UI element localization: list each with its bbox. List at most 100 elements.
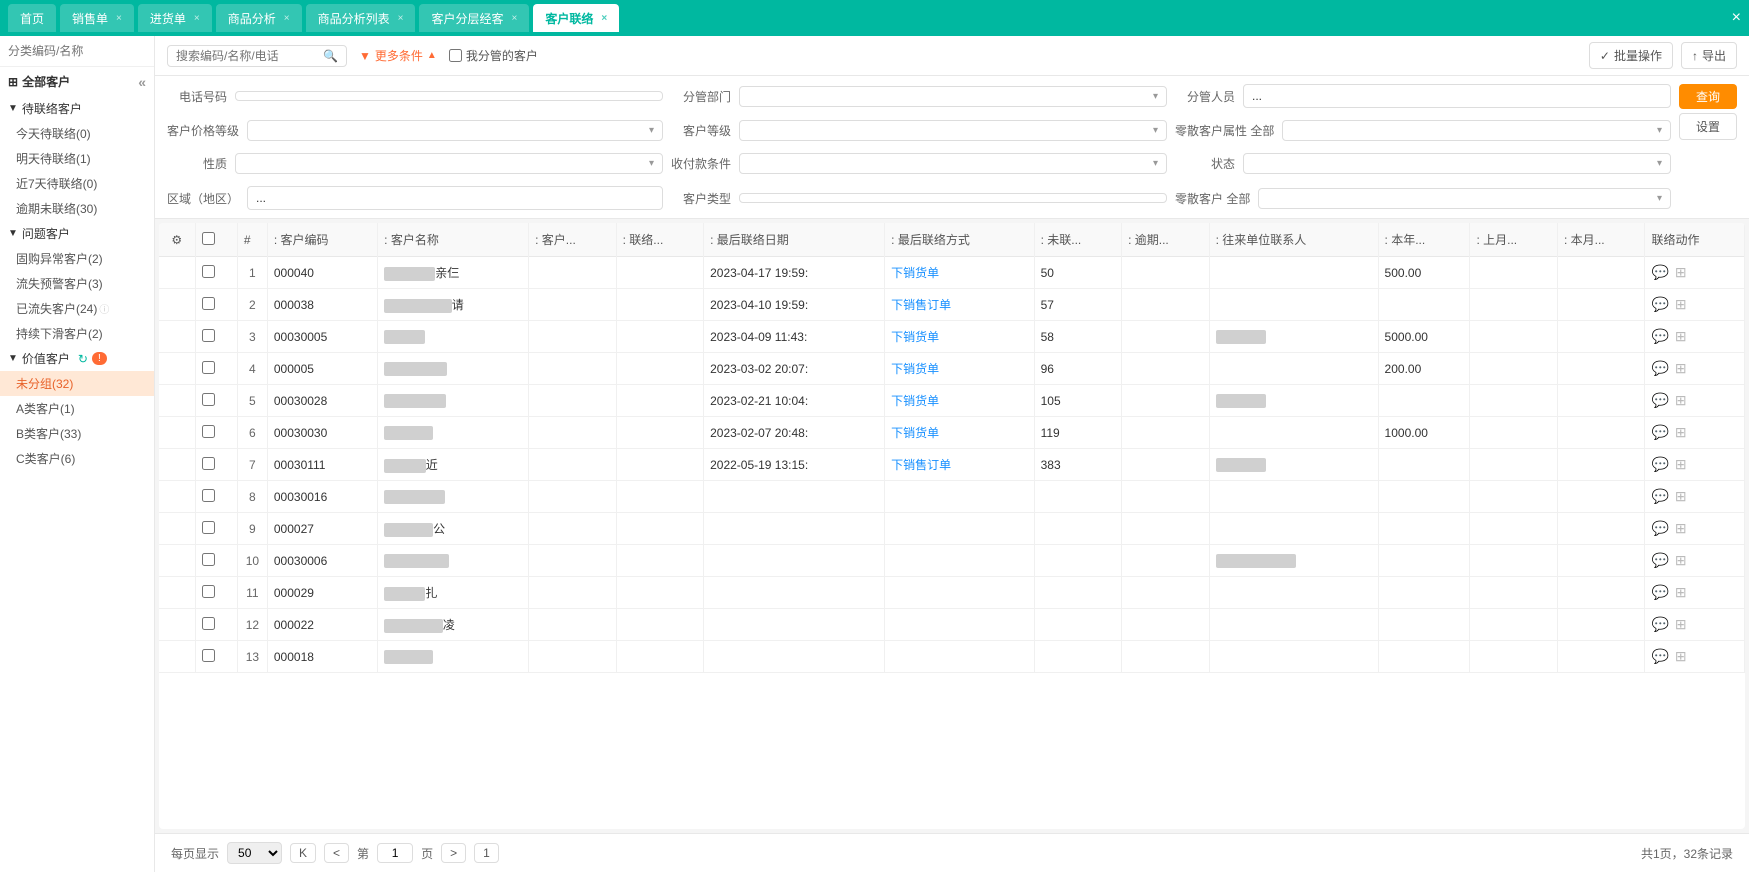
contact-method-link[interactable]: 下销货单 — [891, 362, 939, 376]
sidebar-search-input[interactable] — [8, 44, 155, 58]
chat-icon[interactable]: 💬 — [1651, 520, 1668, 537]
table-col-this-month[interactable]: : 本月... — [1557, 223, 1644, 257]
payment-select[interactable]: ▾ — [739, 153, 1167, 174]
table-col-overdue[interactable]: : 逾期... — [1122, 223, 1209, 257]
table-select-all-header[interactable] — [195, 223, 237, 257]
my-customers-checkbox[interactable]: 我分管的客户 — [449, 47, 538, 64]
row-checkbox[interactable] — [202, 265, 215, 278]
last-page-button[interactable]: 1 — [474, 843, 499, 863]
chat-icon[interactable]: 💬 — [1651, 392, 1668, 409]
tab-customer-segment[interactable]: 客户分层经客 × — [419, 4, 529, 32]
query-button[interactable]: 查询 — [1679, 84, 1737, 109]
row-checkbox[interactable] — [202, 585, 215, 598]
batch-operation-button[interactable]: ✓ 批量操作 — [1589, 42, 1673, 69]
retail-customer-select[interactable]: ▾ — [1258, 188, 1671, 209]
retail-attr-select[interactable]: ▾ — [1282, 120, 1671, 141]
more-action-icon[interactable]: ⊞ — [1675, 552, 1687, 569]
more-action-icon[interactable]: ⊞ — [1675, 584, 1687, 601]
problem-customers-toggle[interactable]: ▼ 问题客户 — [0, 221, 154, 246]
table-col-type[interactable]: : 客户... — [529, 223, 616, 257]
tab-product-list-close[interactable]: × — [398, 13, 404, 24]
score-customers-toggle[interactable]: ▼ 价值客户 ↻ ! — [0, 346, 154, 371]
chat-icon[interactable]: 💬 — [1651, 648, 1668, 665]
my-customers-check[interactable] — [449, 49, 462, 62]
refresh-icon[interactable]: ↻ — [78, 352, 88, 366]
tab-product-analysis-close[interactable]: × — [284, 13, 290, 24]
more-action-icon[interactable]: ⊞ — [1675, 488, 1687, 505]
main-search-input[interactable] — [176, 49, 319, 63]
dept-select[interactable]: ▾ — [739, 86, 1167, 107]
table-col-name[interactable]: : 客户名称 — [378, 223, 529, 257]
table-col-contact[interactable]: : 联络... — [616, 223, 703, 257]
contact-method-link[interactable]: 下销货单 — [891, 266, 939, 280]
all-customers-header[interactable]: ⊞ 全部客户 « — [0, 67, 154, 96]
sidebar-item-abnormal[interactable]: 固购异常客户(2) — [0, 246, 154, 271]
chat-icon[interactable]: 💬 — [1651, 488, 1668, 505]
table-settings-header[interactable]: ⚙ — [159, 223, 195, 257]
page-number-input[interactable] — [377, 843, 413, 863]
sidebar-item-declining[interactable]: 持续下滑客户(2) — [0, 321, 154, 346]
row-checkbox[interactable] — [202, 393, 215, 406]
table-col-contacts[interactable]: : 往来单位联系人 — [1209, 223, 1378, 257]
sidebar-item-class-c[interactable]: C类客户(6) — [0, 446, 154, 471]
row-checkbox[interactable] — [202, 425, 215, 438]
chat-icon[interactable]: 💬 — [1651, 264, 1668, 281]
more-action-icon[interactable]: ⊞ — [1675, 616, 1687, 633]
price-level-select[interactable]: ▾ — [247, 120, 663, 141]
collapse-icon[interactable]: « — [138, 74, 146, 90]
row-checkbox[interactable] — [202, 457, 215, 470]
more-action-icon[interactable]: ⊞ — [1675, 360, 1687, 377]
row-checkbox[interactable] — [202, 489, 215, 502]
more-action-icon[interactable]: ⊞ — [1675, 328, 1687, 345]
per-page-select[interactable]: 50 100 200 — [227, 842, 282, 864]
more-action-icon[interactable]: ⊞ — [1675, 424, 1687, 441]
table-col-last-date[interactable]: : 最后联络日期 — [704, 223, 885, 257]
first-page-button[interactable]: K — [290, 843, 316, 863]
export-button[interactable]: ↑ 导出 — [1681, 42, 1737, 69]
more-action-icon[interactable]: ⊞ — [1675, 648, 1687, 665]
tab-sales[interactable]: 销售单 × — [60, 4, 134, 32]
customer-level-select[interactable]: ▾ — [739, 120, 1167, 141]
sidebar-item-warning[interactable]: 流失预警客户(3) — [0, 271, 154, 296]
chat-icon[interactable]: 💬 — [1651, 456, 1668, 473]
sidebar-item-7days[interactable]: 近7天待联络(0) — [0, 171, 154, 196]
window-close-button[interactable]: × — [1732, 9, 1741, 27]
sidebar-item-class-a[interactable]: A类客户(1) — [0, 396, 154, 421]
row-checkbox[interactable] — [202, 649, 215, 662]
sidebar-item-tomorrow[interactable]: 明天待联络(1) — [0, 146, 154, 171]
contact-method-link[interactable]: 下销售订单 — [891, 298, 951, 312]
tab-sales-close[interactable]: × — [116, 13, 122, 24]
chat-icon[interactable]: 💬 — [1651, 616, 1668, 633]
nature-select[interactable]: ▾ — [235, 153, 663, 174]
region-input[interactable]: ... — [247, 186, 663, 210]
row-checkbox[interactable] — [202, 329, 215, 342]
row-checkbox[interactable] — [202, 617, 215, 630]
tab-purchase[interactable]: 进货单 × — [138, 4, 212, 32]
prev-page-button[interactable]: < — [324, 843, 349, 863]
table-col-code[interactable]: : 客户编码 — [267, 223, 377, 257]
sidebar-item-overdue[interactable]: 逾期未联络(30) — [0, 196, 154, 221]
tab-home[interactable]: 首页 — [8, 4, 56, 32]
tab-product-analysis[interactable]: 商品分析 × — [216, 4, 302, 32]
chat-icon[interactable]: 💬 — [1651, 584, 1668, 601]
tab-customer-segment-close[interactable]: × — [511, 13, 517, 24]
contact-method-link[interactable]: 下销货单 — [891, 330, 939, 344]
tab-customer-contact[interactable]: 客户联络 × — [533, 4, 619, 32]
more-action-icon[interactable]: ⊞ — [1675, 296, 1687, 313]
sidebar-item-lost[interactable]: 已流失客户(24) ⓘ — [0, 296, 154, 321]
more-action-icon[interactable]: ⊞ — [1675, 392, 1687, 409]
sidebar-item-ungroup[interactable]: 未分组(32) — [0, 371, 154, 396]
reset-button[interactable]: 设置 — [1679, 113, 1737, 140]
chat-icon[interactable]: 💬 — [1651, 552, 1668, 569]
more-action-icon[interactable]: ⊞ — [1675, 456, 1687, 473]
waiting-contact-toggle[interactable]: ▼ 待联络客户 — [0, 96, 154, 121]
more-action-icon[interactable]: ⊞ — [1675, 520, 1687, 537]
row-checkbox[interactable] — [202, 361, 215, 374]
phone-input[interactable] — [235, 91, 663, 101]
contact-method-link[interactable]: 下销售订单 — [891, 458, 951, 472]
status-select[interactable]: ▾ — [1243, 153, 1671, 174]
table-col-unlink-days[interactable]: : 未联... — [1034, 223, 1121, 257]
tab-purchase-close[interactable]: × — [194, 13, 200, 24]
chat-icon[interactable]: 💬 — [1651, 424, 1668, 441]
tab-product-analysis-list[interactable]: 商品分析列表 × — [306, 4, 416, 32]
